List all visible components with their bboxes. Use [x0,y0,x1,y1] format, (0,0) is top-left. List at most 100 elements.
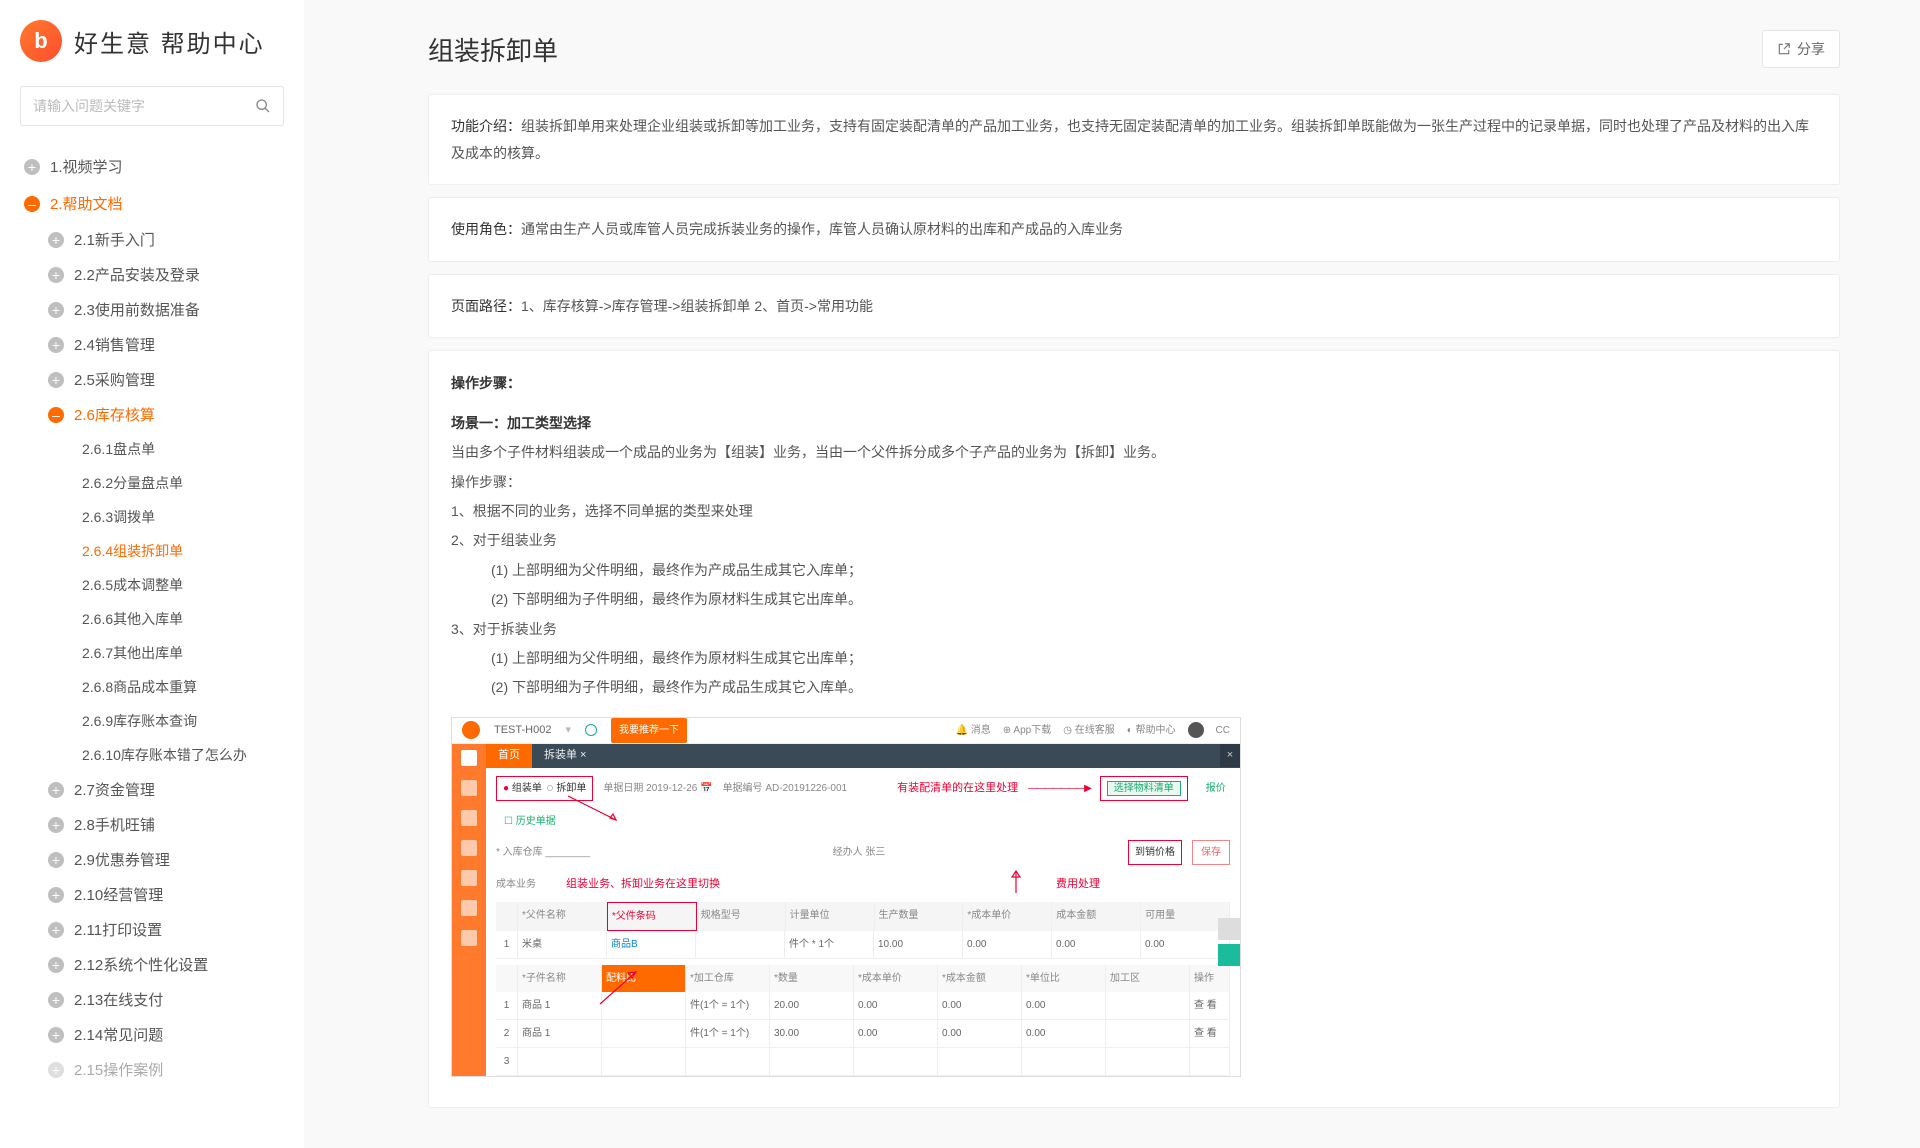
float-icon [1218,944,1240,966]
avatar-icon [1188,722,1204,738]
scenario-title: 场景一：加工类型选择 [451,409,1817,438]
nav-leaf-266[interactable]: 2.6.6其他入库单 [20,602,284,636]
rail-icon [461,810,477,826]
step-line: 2、对于组装业务 [451,526,1817,555]
steps-heading: 操作步骤： [451,369,1817,398]
embed-form-row2: * 入库仓库 ________ 经办人 张三 到销价格 保存 [486,840,1240,873]
plus-icon: + [48,782,64,798]
status-icon [585,724,597,736]
nav-sub-29[interactable]: +2.9优惠券管理 [20,842,284,877]
nav-leaf-2610[interactable]: 2.6.10库存账本错了怎么办 [20,738,284,772]
nav-sub-23[interactable]: +2.3使用前数据准备 [20,292,284,327]
embed-top-right: 🔔 消息 ⊕ App下载 ◷ 在线客服 ◐ 帮助中心 CC [956,720,1230,741]
annot-bom: 有装配清单的在这里处理 [897,777,1018,800]
brand-block: b 好生意 帮助中心 [20,20,284,62]
nav-sub-213[interactable]: +2.13在线支付 [20,982,284,1017]
nav-tree: +1.视频学习 –2.帮助文档 +2.1新手入门 +2.2产品安装及登录 +2.… [20,148,284,1087]
plus-icon: + [24,159,40,175]
search-input[interactable] [33,98,255,114]
nav-sub-21[interactable]: +2.1新手入门 [20,222,284,257]
nav-leaf-263[interactable]: 2.6.3调拨单 [20,500,284,534]
sidebar: b 好生意 帮助中心 +1.视频学习 –2.帮助文档 +2.1新手入门 +2.2… [0,0,304,1148]
embed-form-row1: ● 组装单 拆卸单 单据日期 2019-12-26 📅 单据编号 AD-2019… [486,768,1240,840]
plus-icon: + [48,372,64,388]
nav-sub-24[interactable]: +2.4销售管理 [20,327,284,362]
nav-leaf-261[interactable]: 2.6.1盘点单 [20,432,284,466]
nav-leaf-269[interactable]: 2.6.9库存账本查询 [20,704,284,738]
page-title: 组装拆卸单 [428,31,558,68]
nav-item-video[interactable]: +1.视频学习 [20,148,284,185]
nav-sub-210[interactable]: +2.10经营管理 [20,877,284,912]
embed-bom-btn: 选择物料清单 [1107,781,1181,796]
card-role: 使用角色：通常由生产人员或库管人员完成拆装业务的操作，库管人员确认原材料的出库和… [428,197,1840,262]
embed-logo-icon [462,721,480,739]
nav-sub-215[interactable]: +2.15操作案例 [20,1052,284,1087]
nav-sub-211[interactable]: +2.11打印设置 [20,912,284,947]
brand-title: 好生意 帮助中心 [74,24,265,59]
nav-sub-212[interactable]: +2.12系统个性化设置 [20,947,284,982]
share-label: 分享 [1797,39,1825,59]
float-icon [1218,918,1240,940]
annot-green-wrap: 选择物料清单 [1100,776,1188,801]
brand-logo-icon: b [20,20,62,62]
main: 组装拆卸单 分享 功能介绍：组装拆卸单用来处理企业组装或拆卸等加工业务，支持有固… [304,0,1920,1148]
nav-leaf-268[interactable]: 2.6.8商品成本重算 [20,670,284,704]
share-button[interactable]: 分享 [1762,30,1840,68]
plus-icon: + [48,992,64,1008]
plus-icon: + [48,302,64,318]
card-intro: 功能介绍：组装拆卸单用来处理企业组装或拆卸等加工业务，支持有固定装配清单的产品加… [428,94,1840,185]
embed-tab-close-icon: × [1220,744,1240,767]
steps-block: 操作步骤： 场景一：加工类型选择 当由多个子件材料组装成一个成品的业务为【组装】… [428,350,1840,1107]
nav-sub-25[interactable]: +2.5采购管理 [20,362,284,397]
step-line: (1) 上部明细为父件明细，最终作为产成品生成其它入库单； [451,556,1817,585]
search-box[interactable] [20,86,284,126]
share-icon [1777,42,1791,56]
plus-icon: + [48,337,64,353]
nav-leaf-262[interactable]: 2.6.2分量盘点单 [20,466,284,500]
embed-parent-table: *父件名称*父件条码规格型号计量单位生产数量*成本单价成本金额可用量 1米桌商品… [496,902,1230,959]
step-line: (1) 上部明细为父件明细，最终作为原材料生成其它出库单； [451,644,1817,673]
nav-sub-26[interactable]: –2.6库存核算 [20,397,284,432]
nav-leaf-265[interactable]: 2.6.5成本调整单 [20,568,284,602]
search-icon [255,98,271,114]
plus-icon: + [48,232,64,248]
minus-icon: – [48,407,64,423]
embed-float-tools [1218,918,1240,966]
step-line: (2) 下部明细为子件明细，最终作为产成品生成其它入库单。 [451,673,1817,702]
plus-icon: + [48,852,64,868]
embedded-screenshot: TEST-H002 ▾ 我要推荐一下 🔔 消息 ⊕ App下载 ◷ 在线客服 ◐… [451,717,1241,1077]
plus-icon: + [48,957,64,973]
embed-topbar: TEST-H002 ▾ 我要推荐一下 🔔 消息 ⊕ App下载 ◷ 在线客服 ◐… [452,718,1240,744]
plus-icon: + [48,922,64,938]
step-line: 3、对于拆装业务 [451,615,1817,644]
step-line: 1、根据不同的业务，选择不同单据的类型来处理 [451,497,1817,526]
arrow-icon [996,867,1036,895]
scenario-desc: 当由多个子件材料组装成一个成品的业务为【组装】业务，当由一个父件拆分成多个子产品… [451,438,1817,467]
embed-account: TEST-H002 [494,719,551,742]
embed-tab-doc: 拆装单 × [532,744,598,767]
nav-leaf-264[interactable]: 2.6.4组装拆卸单 [20,534,284,568]
nav-leaf-267[interactable]: 2.6.7其他出库单 [20,636,284,670]
embed-tabbar: 首页 拆装单 × × [486,744,1240,768]
nav-sub-22[interactable]: +2.2产品安装及登录 [20,257,284,292]
rail-icon [461,840,477,856]
annot-fee-box: 到销价格 [1128,840,1182,865]
rail-icon [461,780,477,796]
embed-tab-home: 首页 [486,744,532,768]
nav-sub-28[interactable]: +2.8手机旺铺 [20,807,284,842]
nav-sub-214[interactable]: +2.14常见问题 [20,1017,284,1052]
card-path: 页面路径：1、库存核算->库存管理->组装拆卸单 2、首页->常用功能 [428,274,1840,339]
arrow-icon [592,966,642,1006]
rail-icon [461,900,477,916]
rail-icon [461,870,477,886]
minus-icon: – [24,196,40,212]
plus-icon: + [48,817,64,833]
plus-icon: + [48,1062,64,1078]
arrow-icon [566,794,626,824]
nav-sub-27[interactable]: +2.7资金管理 [20,772,284,807]
step-line: (2) 下部明细为子件明细，最终作为原材料生成其它出库单。 [451,585,1817,614]
embed-left-rail [452,744,486,1077]
nav-item-docs[interactable]: –2.帮助文档 [20,185,284,222]
steps-sub: 操作步骤： [451,468,1817,497]
plus-icon: + [48,267,64,283]
